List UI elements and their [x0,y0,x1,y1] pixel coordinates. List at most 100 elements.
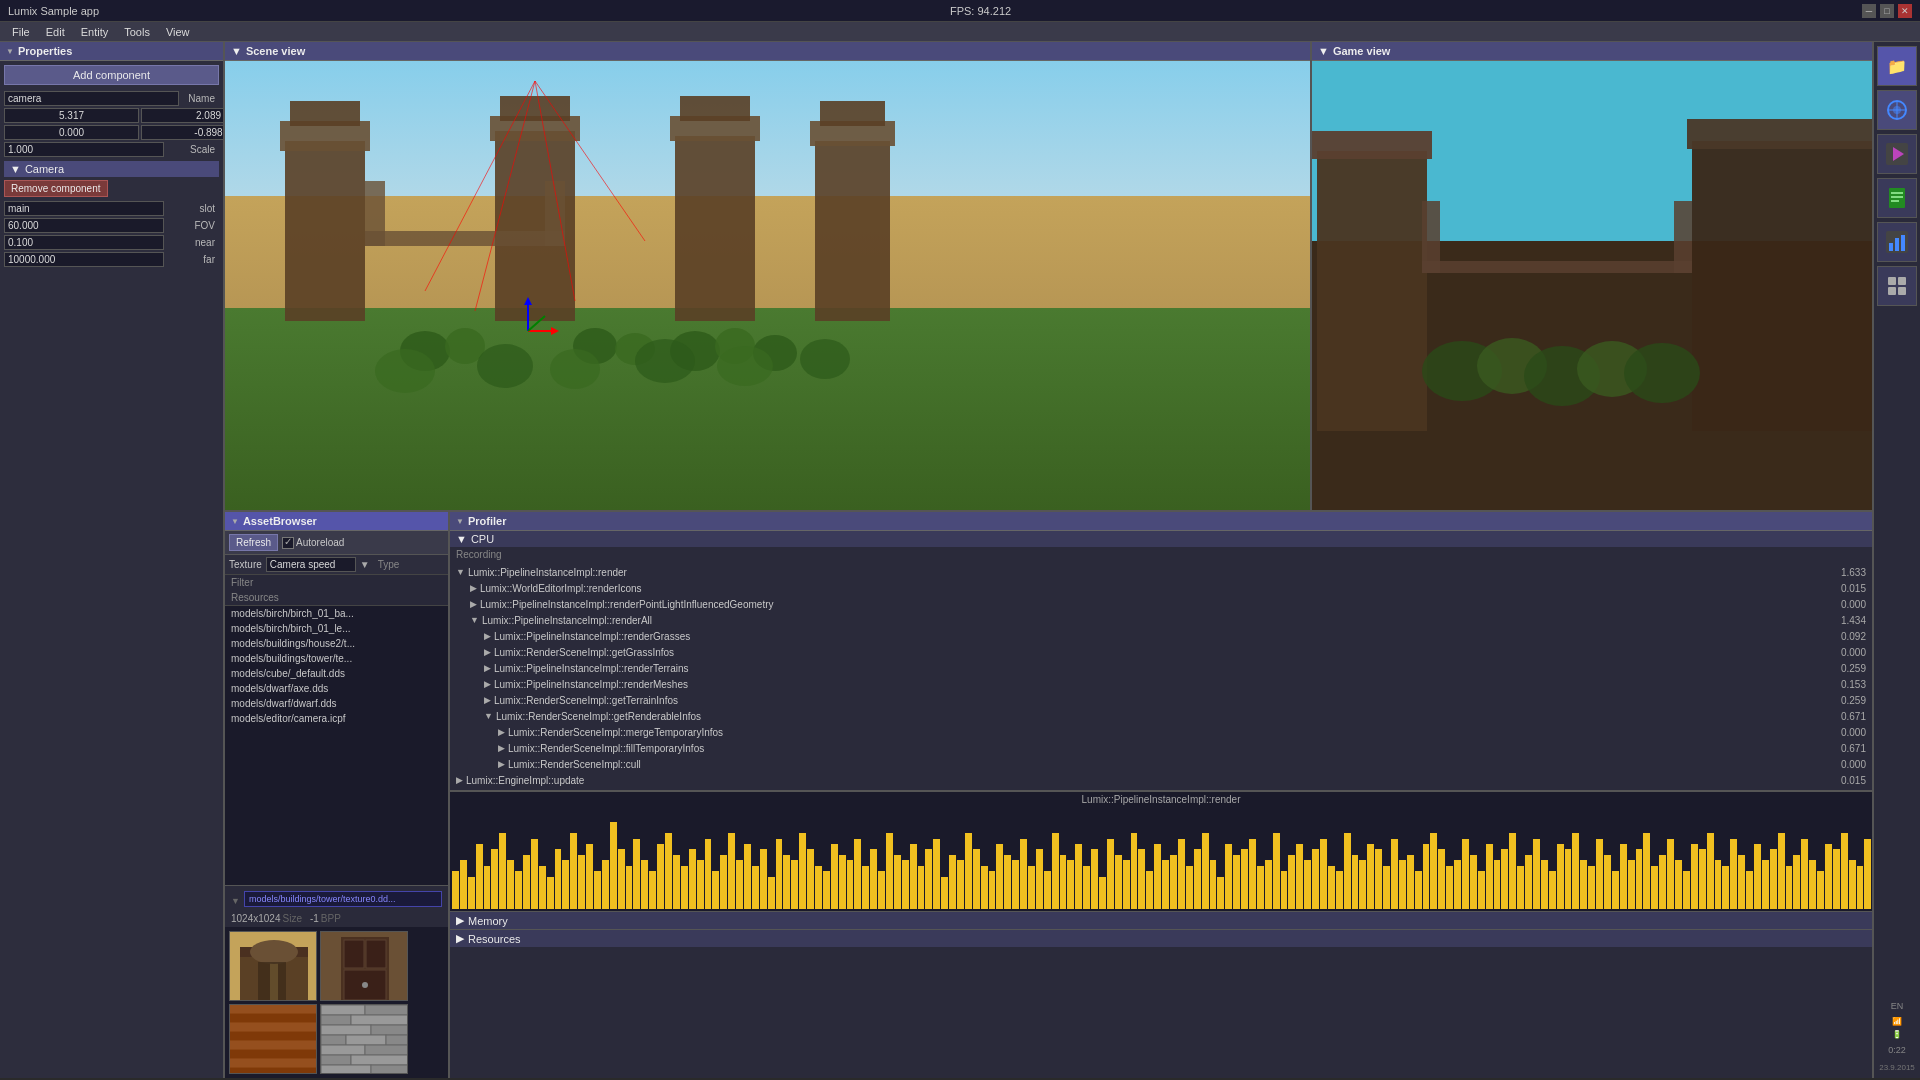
menu-file[interactable]: File [4,26,38,38]
chart-bar [1281,871,1288,909]
position-x-input[interactable] [4,108,139,123]
scene-view-header: ▼ Scene view [225,42,1310,61]
chart-bar [1170,855,1177,909]
list-item[interactable]: models/birch/birch_01_le... [225,621,448,636]
row-expand-icon: ▼ [484,711,493,721]
chart-bar [1407,855,1414,909]
slot-input[interactable] [4,201,164,216]
rotation-y-input[interactable] [141,125,223,140]
table-row[interactable]: ▶ Lumix::PipelineInstanceImpl::renderGra… [450,628,1872,644]
near-label: near [164,237,219,248]
asset-filter-row: Texture ▼ Type [225,555,448,575]
thumbnail-4[interactable] [320,1004,408,1074]
scene-canvas[interactable] [225,61,1310,510]
list-item[interactable]: models/editor/camera.icpf [225,711,448,726]
sidebar-icon-folder[interactable]: 📁 [1877,46,1917,86]
table-row[interactable]: ▼ Lumix::PipelineInstanceImpl::renderAll… [450,612,1872,628]
chart-bar [1572,833,1579,909]
game-view-title: Game view [1333,45,1390,57]
chart-bar [807,849,814,909]
camera-section-header[interactable]: ▼ Camera [4,161,219,177]
chart-bar [1288,855,1295,909]
list-item[interactable]: models/dwarf/dwarf.dds [225,696,448,711]
thumbnail-1[interactable] [229,931,317,1001]
list-item[interactable]: models/birch/birch_01_ba... [225,606,448,621]
position-y-input[interactable] [141,108,223,123]
list-item[interactable]: models/buildings/tower/te... [225,651,448,666]
profiler-row-val: 0.671 [1806,743,1866,754]
scene-view-panel: ▼ Scene view [225,42,1312,510]
chart-bar [547,877,554,910]
far-input[interactable] [4,252,164,267]
list-item[interactable]: models/buildings/house2/t... [225,636,448,651]
sidebar-icon-play[interactable] [1877,134,1917,174]
selected-filename[interactable]: models/buildings/tower/texture0.dd... [244,891,442,907]
dropdown-arrow-icon[interactable]: ▼ [360,559,370,570]
sidebar-icon-grid[interactable] [1877,266,1917,306]
cpu-section-header[interactable]: ▼ CPU [450,531,1872,547]
sidebar-icon-chrome[interactable] [1877,90,1917,130]
list-item[interactable]: models/dwarf/axe.dds [225,681,448,696]
svg-rect-98 [1895,238,1899,251]
refresh-button[interactable]: Refresh [229,534,278,551]
add-component-button[interactable]: Add component [4,65,219,85]
chart-bar [910,844,917,909]
chart-bar [1367,844,1374,909]
menu-view[interactable]: View [158,26,198,38]
chart-bar [1304,860,1311,909]
sidebar-icon-chart[interactable] [1877,222,1917,262]
game-view-expand-icon: ▼ [1318,45,1329,57]
chart-bar [1596,839,1603,909]
table-row[interactable]: ▶ Lumix::PipelineInstanceImpl::renderPoi… [450,596,1872,612]
chart-bar [1154,844,1161,909]
svg-point-53 [250,940,298,964]
list-item[interactable]: models/cube/_default.dds [225,666,448,681]
sidebar-icon-doc[interactable] [1877,178,1917,218]
thumbnail-3[interactable] [229,1004,317,1074]
profiler-row-val: 0.000 [1806,599,1866,610]
svg-rect-76 [371,1025,408,1035]
table-row[interactable]: ▶ Lumix::EngineImpl::update 0.015 [450,772,1872,788]
memory-header[interactable]: ▶ Memory [450,912,1872,929]
chart-bar [1517,866,1524,909]
chart-bar [1486,844,1493,909]
thumb-door-svg [321,932,408,1001]
game-canvas[interactable] [1312,61,1872,510]
chart-bar [476,844,483,909]
chart-bar [870,849,877,909]
profiler-row-val: 1.633 [1806,567,1866,578]
table-row[interactable]: ▶ Lumix::RenderSceneImpl::getGrassInfos … [450,644,1872,660]
table-row[interactable]: ▼ Lumix::RenderSceneImpl::getRenderableI… [450,708,1872,724]
table-row[interactable]: ▶ Lumix::PipelineInstanceImpl::renderMes… [450,676,1872,692]
chart-bar [523,855,530,909]
autoreload-checkbox[interactable] [282,537,294,549]
table-row[interactable]: ▼ Lumix::PipelineInstanceImpl::render 1.… [450,564,1872,580]
menu-edit[interactable]: Edit [38,26,73,38]
fov-input[interactable] [4,218,164,233]
chart-bar [1423,844,1430,909]
entity-name-input[interactable] [4,91,179,106]
maximize-button[interactable]: □ [1880,4,1894,18]
minimize-button[interactable]: ─ [1862,4,1876,18]
remove-component-button[interactable]: Remove component [4,180,108,197]
table-row[interactable]: ▶ Lumix::RenderSceneImpl::fillTemporaryI… [450,740,1872,756]
camera-speed-input[interactable] [266,557,356,572]
cpu-expand-icon: ▼ [456,533,467,545]
near-input[interactable] [4,235,164,250]
table-row[interactable]: ▶ Lumix::PipelineInstanceImpl::renderTer… [450,660,1872,676]
table-row[interactable]: ▶ Lumix::RenderSceneImpl::getTerrainInfo… [450,692,1872,708]
menu-entity[interactable]: Entity [73,26,117,38]
scale-input[interactable] [4,142,164,157]
table-row[interactable]: ▶ Lumix::WorldEditorImpl::renderIcons 0.… [450,580,1872,596]
chart-bar [1604,855,1611,909]
close-button[interactable]: ✕ [1898,4,1912,18]
resources-header[interactable]: ▶ Resources [450,930,1872,947]
table-row[interactable]: ▶ Lumix::RenderSceneImpl::mergeTemporary… [450,724,1872,740]
chart-bar [705,839,712,909]
thumbnail-2[interactable] [320,931,408,1001]
rotation-x-input[interactable] [4,125,139,140]
table-row[interactable]: ▶ Lumix::RenderSceneImpl::cull 0.000 [450,756,1872,772]
chart-bar [681,866,688,909]
titlebar: Lumix Sample app FPS: 94.212 ─ □ ✕ [0,0,1920,22]
menu-tools[interactable]: Tools [116,26,158,38]
